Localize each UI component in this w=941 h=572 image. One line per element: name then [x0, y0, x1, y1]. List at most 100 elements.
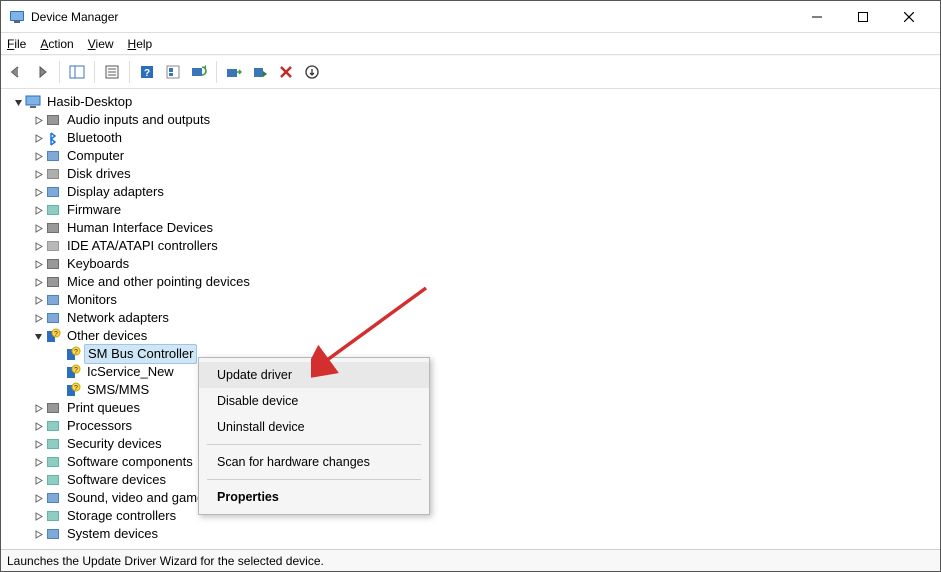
menu-view[interactable]: View: [88, 37, 114, 51]
action-list-button[interactable]: [162, 61, 184, 83]
svg-text:?: ?: [144, 68, 150, 79]
tree-category-label: Bluetooth: [65, 129, 124, 147]
tree-device-label: IcService_New: [85, 363, 176, 381]
tree-category[interactable]: Storage controllers: [7, 507, 938, 525]
menu-file[interactable]: File: [7, 37, 26, 51]
unknown-icon: ?: [65, 364, 81, 380]
window-title: Device Manager: [31, 10, 118, 24]
tree-category[interactable]: Disk drives: [7, 165, 938, 183]
tree-device[interactable]: ?SMS/MMS: [7, 381, 938, 399]
chevron-right-icon[interactable]: [31, 134, 45, 143]
chevron-right-icon[interactable]: [31, 440, 45, 449]
properties-button[interactable]: [101, 61, 123, 83]
context-menu-item[interactable]: Disable device: [199, 388, 429, 414]
device-tree[interactable]: Hasib-DesktopAudio inputs and outputsBlu…: [1, 89, 940, 549]
tree-category[interactable]: Print queues: [7, 399, 938, 417]
context-menu-item[interactable]: Properties: [199, 484, 429, 510]
tree-category[interactable]: Firmware: [7, 201, 938, 219]
mouse-icon: [45, 274, 61, 290]
chevron-right-icon[interactable]: [31, 152, 45, 161]
context-menu-item[interactable]: Uninstall device: [199, 414, 429, 440]
tree-category-label: Firmware: [65, 201, 123, 219]
tree-device[interactable]: ?IcService_New: [7, 363, 938, 381]
chevron-right-icon[interactable]: [31, 314, 45, 323]
chevron-right-icon[interactable]: [31, 116, 45, 125]
chevron-right-icon[interactable]: [31, 422, 45, 431]
tree-category[interactable]: Security devices: [7, 435, 938, 453]
tree-category[interactable]: ?Other devices: [7, 327, 938, 345]
tree-root[interactable]: Hasib-Desktop: [7, 93, 938, 111]
chevron-right-icon[interactable]: [31, 206, 45, 215]
menu-separator: [207, 479, 421, 480]
chevron-right-icon[interactable]: [31, 224, 45, 233]
network-icon: [45, 310, 61, 326]
tree-category[interactable]: Keyboards: [7, 255, 938, 273]
chevron-right-icon[interactable]: [31, 278, 45, 287]
maximize-button[interactable]: [840, 2, 886, 32]
tree-category[interactable]: Bluetooth: [7, 129, 938, 147]
tree-device[interactable]: ?SM Bus Controller: [7, 345, 938, 363]
software-icon: [45, 472, 61, 488]
display-icon: [45, 184, 61, 200]
tree-category[interactable]: Mice and other pointing devices: [7, 273, 938, 291]
statusbar: Launches the Update Driver Wizard for th…: [1, 549, 940, 571]
tree-category-label: Keyboards: [65, 255, 131, 273]
chevron-right-icon[interactable]: [31, 458, 45, 467]
tree-category[interactable]: Processors: [7, 417, 938, 435]
menu-help[interactable]: Help: [128, 37, 153, 51]
other-icon: ?: [45, 328, 61, 344]
show-hide-console-button[interactable]: [66, 61, 88, 83]
tree-category[interactable]: IDE ATA/ATAPI controllers: [7, 237, 938, 255]
chevron-right-icon[interactable]: [31, 188, 45, 197]
help-button[interactable]: ?: [136, 61, 158, 83]
tree-category[interactable]: Display adapters: [7, 183, 938, 201]
chevron-right-icon[interactable]: [31, 404, 45, 413]
chevron-down-icon[interactable]: [31, 332, 45, 341]
svg-text:?: ?: [74, 385, 78, 392]
titlebar: Device Manager: [1, 1, 940, 33]
svg-text:?: ?: [54, 331, 58, 338]
toolbar-separator: [216, 61, 217, 83]
tree-category[interactable]: Monitors: [7, 291, 938, 309]
tree-category[interactable]: Computer: [7, 147, 938, 165]
chevron-right-icon[interactable]: [31, 260, 45, 269]
security-icon: [45, 436, 61, 452]
context-menu-item[interactable]: Update driver: [199, 362, 429, 388]
uninstall-device-button[interactable]: [275, 61, 297, 83]
svg-text:?: ?: [74, 349, 78, 356]
chevron-right-icon[interactable]: [31, 242, 45, 251]
chevron-right-icon[interactable]: [31, 512, 45, 521]
chevron-right-icon[interactable]: [31, 530, 45, 539]
back-button[interactable]: [5, 61, 27, 83]
tree-category[interactable]: Sound, video and game controllers: [7, 489, 938, 507]
tree-category[interactable]: Software devices: [7, 471, 938, 489]
tree-category[interactable]: Network adapters: [7, 309, 938, 327]
tree-root-label: Hasib-Desktop: [45, 93, 134, 111]
add-legacy-button[interactable]: [301, 61, 323, 83]
update-driver-button[interactable]: [223, 61, 245, 83]
chevron-right-icon[interactable]: [31, 296, 45, 305]
tree-category-label: Software components: [65, 453, 195, 471]
scan-hardware-button[interactable]: [188, 61, 210, 83]
sound-icon: [45, 490, 61, 506]
tree-category[interactable]: Audio inputs and outputs: [7, 111, 938, 129]
chevron-down-icon[interactable]: [11, 98, 25, 107]
tree-category[interactable]: Software components: [7, 453, 938, 471]
disable-device-button[interactable]: [249, 61, 271, 83]
context-menu-item[interactable]: Scan for hardware changes: [199, 449, 429, 475]
menu-separator: [207, 444, 421, 445]
close-button[interactable]: [886, 2, 932, 32]
chevron-right-icon[interactable]: [31, 476, 45, 485]
system-icon: [45, 526, 61, 542]
tree-category[interactable]: System devices: [7, 525, 938, 543]
tree-category-label: Security devices: [65, 435, 164, 453]
keyboard-icon: [45, 256, 61, 272]
chevron-right-icon[interactable]: [31, 170, 45, 179]
tree-category[interactable]: Human Interface Devices: [7, 219, 938, 237]
context-menu: Update driverDisable deviceUninstall dev…: [198, 357, 430, 515]
chevron-right-icon[interactable]: [31, 494, 45, 503]
minimize-button[interactable]: [794, 2, 840, 32]
forward-button[interactable]: [31, 61, 53, 83]
printer-icon: [45, 400, 61, 416]
menu-action[interactable]: Action: [40, 37, 73, 51]
